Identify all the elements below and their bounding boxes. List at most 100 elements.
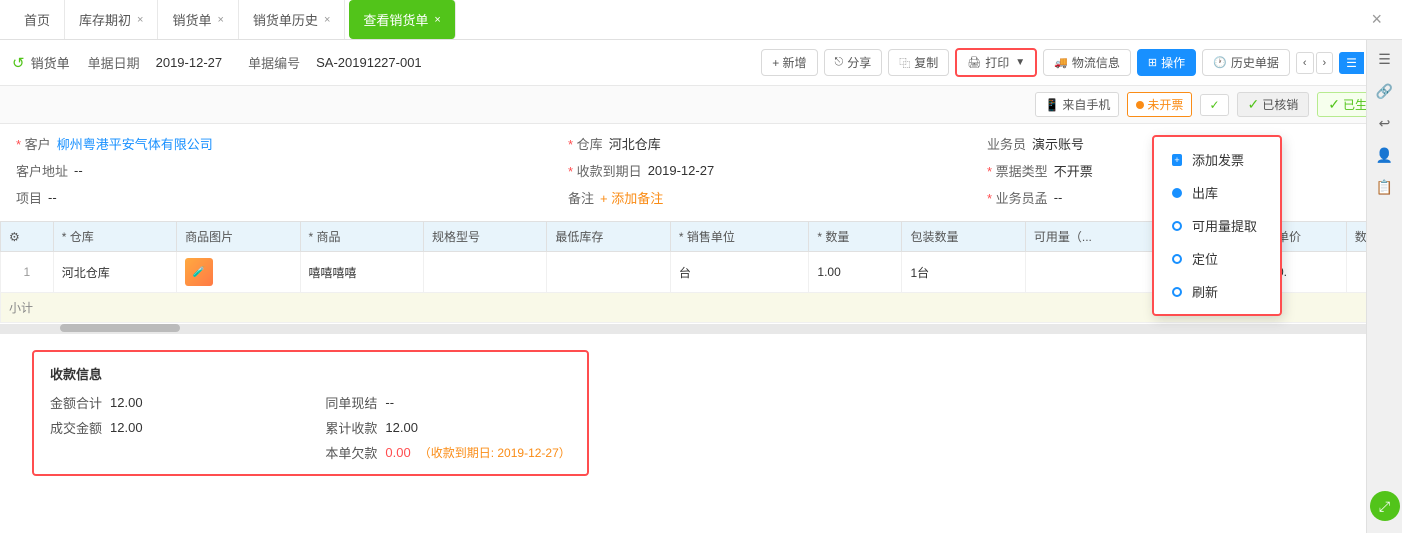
- horizontal-scrollbar[interactable]: [0, 324, 1402, 334]
- tab-home[interactable]: 首页: [10, 0, 65, 39]
- col-qty: * 数量: [809, 222, 902, 252]
- staff-label: 业务员: [987, 134, 1026, 153]
- panel-btn-2[interactable]: 🔗: [1370, 76, 1400, 106]
- tab-inventory-init-close[interactable]: ×: [137, 14, 143, 26]
- row-unit: 台: [670, 252, 809, 293]
- ticket-value: 不开票: [1054, 161, 1093, 180]
- salesperson-label: 业务员孟: [987, 188, 1048, 207]
- unopened-icon: [1136, 101, 1144, 109]
- cumulative-row: 累计收款 12.00: [325, 418, 570, 437]
- print-icon: 🖨: [967, 56, 981, 69]
- operate-icon: ⊞: [1148, 56, 1157, 69]
- row-index: 1: [1, 252, 54, 293]
- tab-inventory-init[interactable]: 库存期初 ×: [65, 0, 158, 39]
- copy-icon: ⿻: [899, 55, 910, 71]
- scrollbar-thumb[interactable]: [60, 324, 180, 332]
- phone-button[interactable]: 📱 来自手机: [1035, 92, 1119, 117]
- dropdown-available-pick[interactable]: 可用量提取: [1154, 209, 1280, 242]
- dropdown-refresh[interactable]: 刷新: [1154, 275, 1280, 308]
- note-label: 备注: [568, 188, 594, 207]
- row-warehouse: 河北仓库: [53, 252, 176, 293]
- add-invoice-label: 添加发票: [1192, 150, 1244, 169]
- right-panel: ☰ 🔗 ↩ 👤 📋 ⤢: [1366, 40, 1402, 533]
- print-button[interactable]: 🖨 打印 ▼: [955, 48, 1037, 77]
- tab-view-sales[interactable]: 查看销货单 ×: [349, 0, 455, 39]
- col-min-stock: 最低库存: [547, 222, 670, 252]
- outbound-icon: [1170, 186, 1184, 200]
- new-button[interactable]: + 新增: [761, 49, 817, 76]
- nav-prev[interactable]: ‹: [1296, 52, 1314, 74]
- print-dropdown-arrow[interactable]: ▼: [1015, 57, 1025, 68]
- balance-row: 本单欠款 0.00 （收款到期日: 2019-12-27）: [325, 443, 570, 462]
- panel-btn-6[interactable]: ⤢: [1370, 491, 1400, 521]
- doc-icon: ↺: [12, 54, 25, 72]
- unopened-button[interactable]: 未开票: [1127, 92, 1192, 117]
- tab-sales-history[interactable]: 销货单历史 ×: [239, 0, 345, 39]
- tab-inventory-init-label: 库存期初: [79, 10, 131, 29]
- add-invoice-icon: +: [1170, 153, 1184, 167]
- address-field: 客户地址 --: [16, 161, 548, 180]
- nav-next[interactable]: ›: [1316, 52, 1334, 74]
- view-list[interactable]: ☰: [1339, 52, 1364, 74]
- history-button[interactable]: 🕐 历史单据: [1202, 49, 1290, 76]
- locate-circle-icon: [1172, 254, 1182, 264]
- payment-grid: 金额合计 12.00 同单现结 -- 成交金额 12.00 累计收款 12.00: [50, 393, 571, 462]
- unopened-label: 未开票: [1147, 96, 1183, 113]
- project-field: 项目 --: [16, 188, 548, 207]
- sold-badge[interactable]: ✓ 已核销: [1237, 92, 1310, 117]
- customer-value[interactable]: 柳州粤港平安气体有限公司: [57, 134, 213, 153]
- operate-label: 操作: [1161, 54, 1185, 71]
- row-qty: 1.00: [809, 252, 902, 293]
- close-all-button[interactable]: ×: [1361, 9, 1392, 30]
- col-image: 商品图片: [177, 222, 300, 252]
- dropdown-locate[interactable]: 定位: [1154, 242, 1280, 275]
- ticket-label: 票据类型: [987, 161, 1048, 180]
- tab-sales-order-close[interactable]: ×: [217, 14, 223, 26]
- refresh-circle-icon: [1172, 287, 1182, 297]
- logistics-label: 物流信息: [1072, 54, 1120, 71]
- panel-btn-4[interactable]: 👤: [1370, 140, 1400, 170]
- history-icon: 🕐: [1213, 56, 1227, 69]
- row-image: 🧪: [177, 252, 300, 293]
- project-label: 项目: [16, 188, 42, 207]
- balance-label: 本单欠款: [325, 443, 377, 462]
- panel-btn-5[interactable]: 📋: [1370, 172, 1400, 202]
- outbound-label: 出库: [1192, 183, 1218, 202]
- col-pack-qty: 包装数量: [902, 222, 1025, 252]
- square-icon: +: [1172, 154, 1181, 166]
- history-label: 历史单据: [1231, 54, 1279, 71]
- add-note-button[interactable]: + 添加备注: [600, 188, 663, 207]
- customer-label: 客户: [16, 134, 51, 153]
- col-product: * 商品: [300, 222, 423, 252]
- tab-view-sales-label: 查看销货单: [363, 10, 428, 29]
- transaction-value: 12.00: [110, 420, 143, 435]
- tab-sales-order-label: 销货单: [172, 10, 211, 29]
- staff-value: 演示账号: [1032, 134, 1084, 153]
- col-gear: ⚙: [1, 222, 54, 252]
- copy-button[interactable]: ⿻ 复制: [888, 49, 949, 76]
- new-label: + 新增: [772, 54, 806, 71]
- transaction-label: 成交金额: [50, 418, 102, 437]
- done-button[interactable]: ✓: [1200, 94, 1228, 116]
- phone-label: 来自手机: [1062, 96, 1110, 113]
- project-value: --: [48, 190, 57, 205]
- operate-button[interactable]: ⊞ 操作: [1137, 49, 1196, 76]
- note-field: 备注 + 添加备注: [568, 188, 967, 207]
- logistics-icon: 🚚: [1054, 56, 1068, 69]
- nav-arrows: ‹ ›: [1296, 52, 1333, 74]
- date-value: 2019-12-27: [156, 55, 223, 70]
- tab-bar: 首页 库存期初 × 销货单 × 销货单历史 × 查看销货单 × ×: [0, 0, 1402, 40]
- share-button[interactable]: ⎋ 分享: [824, 49, 883, 76]
- tab-sales-order[interactable]: 销货单 ×: [158, 0, 238, 39]
- cumulative-value: 12.00: [385, 420, 418, 435]
- customer-field: 客户 柳州粤港平安气体有限公司: [16, 134, 548, 153]
- logistics-button[interactable]: 🚚 物流信息: [1043, 49, 1131, 76]
- panel-btn-3[interactable]: ↩: [1370, 108, 1400, 138]
- dropdown-outbound[interactable]: 出库: [1154, 176, 1280, 209]
- panel-btn-1[interactable]: ☰: [1370, 44, 1400, 74]
- tab-sales-history-close[interactable]: ×: [324, 14, 330, 26]
- tab-view-sales-close[interactable]: ×: [434, 14, 440, 26]
- same-settle-label: 同单现结: [325, 393, 377, 412]
- col-available: 可用量（...: [1025, 222, 1167, 252]
- dropdown-add-invoice[interactable]: + 添加发票: [1154, 143, 1280, 176]
